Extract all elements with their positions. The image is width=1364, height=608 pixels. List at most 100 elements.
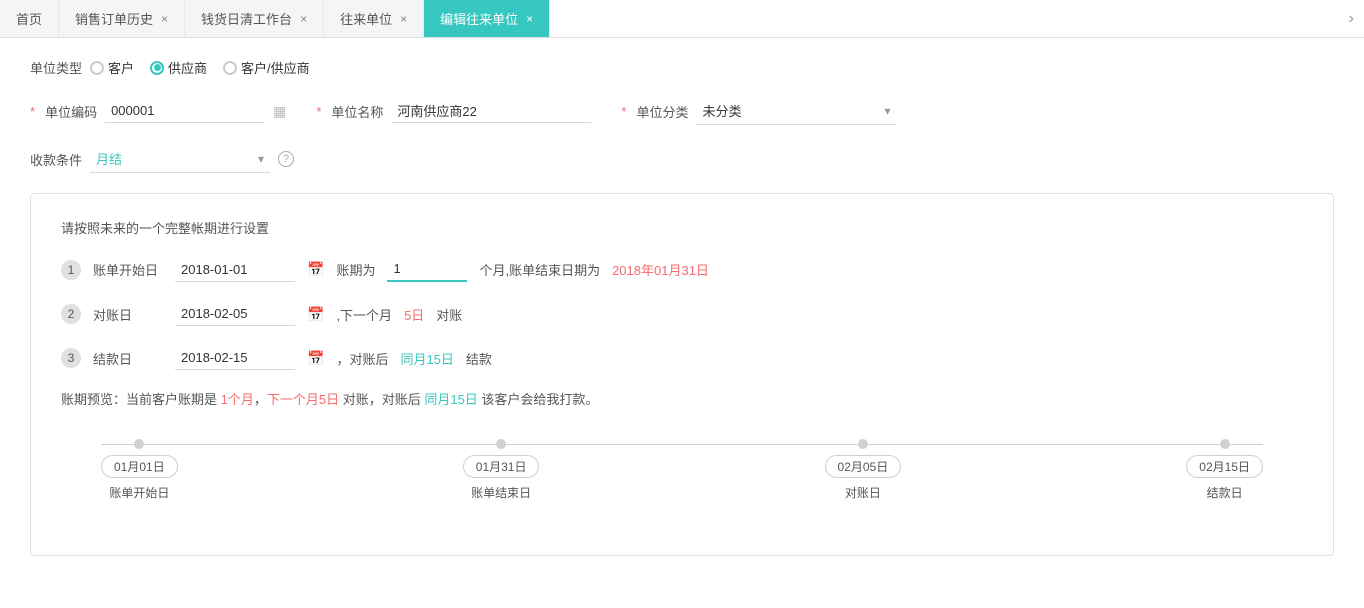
tab-sales-history-close[interactable]: × — [161, 13, 168, 25]
radio-both-label: 客户/供应商 — [241, 58, 310, 77]
tab-more-arrow[interactable]: › — [1339, 0, 1364, 37]
unit-category-label: 单位分类 — [636, 102, 688, 121]
unit-category-arrow: ▾ — [884, 104, 890, 118]
period-desc-1a: 账期为 — [336, 260, 375, 279]
preview-part1: 1个月 — [221, 392, 254, 407]
unit-code-input[interactable] — [105, 99, 265, 123]
timeline-container: 01月01日 账单开始日 01月31日 账单结束日 02月05日 对账日 02月… — [61, 431, 1303, 531]
timeline-badge-1: 01月01日 — [101, 455, 178, 478]
unit-code-required: * — [30, 104, 35, 119]
period-num-3: 3 — [61, 348, 81, 368]
period-desc-3a: ，对账后 — [336, 349, 388, 368]
period-reconcile-date-input[interactable] — [175, 302, 295, 326]
period-row-2: 2 对账日 📅 ,下一个月 5日 对账 — [61, 302, 1303, 326]
unit-category-required: * — [621, 104, 626, 119]
tab-edit-partner-close[interactable]: × — [526, 13, 533, 25]
tab-cash-workbench-close[interactable]: × — [300, 13, 307, 25]
radio-both-circle — [223, 61, 237, 75]
tab-home-label: 首页 — [16, 9, 42, 28]
radio-customer-label: 客户 — [108, 58, 134, 77]
period-desc-2c: 对账 — [436, 305, 462, 324]
unit-code-icon[interactable]: ▦ — [273, 103, 286, 120]
payment-terms-value: 月结 — [96, 149, 252, 168]
period-title: 请按照未来的一个完整帐期进行设置 — [61, 218, 1303, 237]
radio-supplier-circle — [150, 61, 164, 75]
preview-part3: 下一个月5日 — [267, 392, 339, 407]
preview-part6: 该客户会给我打款。 — [478, 392, 599, 407]
period-field-label-1: 账单开始日 — [93, 260, 163, 279]
unit-category-group: * 单位分类 未分类 ▾ — [621, 97, 896, 125]
preview-label: 账期预览：当前客户账期是 — [61, 392, 221, 407]
payment-terms-group: 收款条件 月结 ▾ ? — [30, 145, 294, 173]
unit-code-group: * 单位编码 ▦ — [30, 99, 286, 123]
tab-cash-workbench[interactable]: 钱货日清工作台 × — [185, 0, 324, 37]
timeline-point-3: 02月05日 对账日 — [825, 439, 902, 501]
tab-home[interactable]: 首页 — [0, 0, 59, 37]
timeline-dot-1 — [134, 439, 144, 449]
help-icon[interactable]: ? — [278, 151, 294, 167]
payment-terms-select[interactable]: 月结 ▾ — [90, 145, 270, 173]
period-field-label-2: 对账日 — [93, 305, 163, 324]
tab-partner-units-close[interactable]: × — [400, 13, 407, 25]
period-field-label-3: 结款日 — [93, 349, 163, 368]
unit-info-row: * 单位编码 ▦ * 单位名称 * 单位分类 未分类 ▾ — [30, 97, 1334, 125]
unit-code-label: 单位编码 — [45, 102, 97, 121]
unit-category-select[interactable]: 未分类 ▾ — [696, 97, 896, 125]
period-desc-3c: 结款 — [466, 349, 492, 368]
preview-text: 账期预览：当前客户账期是 1个月，下一个月5日 对账，对账后 同月15日 该客户… — [61, 390, 1303, 411]
period-cal-icon-2[interactable]: 📅 — [307, 306, 324, 323]
payment-terms-row: 收款条件 月结 ▾ ? — [30, 145, 1334, 173]
timeline-point-1: 01月01日 账单开始日 — [101, 439, 178, 501]
unit-name-required: * — [316, 104, 321, 119]
tab-edit-partner[interactable]: 编辑往来单位 × — [424, 0, 550, 37]
timeline-label-2: 账单结束日 — [471, 484, 531, 501]
unit-name-input[interactable] — [391, 99, 591, 123]
tab-partner-units-label: 往来单位 — [340, 9, 392, 28]
period-num-2: 2 — [61, 304, 81, 324]
period-desc-3b: 同月15日 — [400, 349, 453, 368]
period-row-1: 1 账单开始日 📅 账期为 个月,账单结束日期为 2018年01月31日 — [61, 257, 1303, 282]
period-cal-icon-3[interactable]: 📅 — [307, 350, 324, 367]
period-desc-2b: 5日 — [404, 305, 424, 324]
tab-edit-partner-label: 编辑往来单位 — [440, 9, 518, 28]
timeline-points: 01月01日 账单开始日 01月31日 账单结束日 02月05日 对账日 02月… — [101, 439, 1263, 501]
tab-sales-history[interactable]: 销售订单历史 × — [59, 0, 185, 37]
period-desc-1b: 个月,账单结束日期为 — [479, 260, 600, 279]
unit-type-radio-group: 客户 供应商 客户/供应商 — [90, 58, 310, 77]
unit-category-value: 未分类 — [702, 101, 878, 120]
timeline-point-4: 02月15日 结款日 — [1186, 439, 1263, 501]
period-num-1: 1 — [61, 260, 81, 280]
radio-customer[interactable]: 客户 — [90, 58, 134, 77]
preview-part2: ， — [254, 392, 267, 407]
timeline-dot-2 — [496, 439, 506, 449]
preview-part5: 同月15日 — [424, 392, 477, 407]
timeline-label-3: 对账日 — [845, 484, 881, 501]
timeline-dot-4 — [1220, 439, 1230, 449]
timeline-dot-3 — [858, 439, 868, 449]
timeline-badge-3: 02月05日 — [825, 455, 902, 478]
radio-supplier[interactable]: 供应商 — [150, 58, 207, 77]
unit-name-group: * 单位名称 — [316, 99, 591, 123]
tab-sales-history-label: 销售订单历史 — [75, 9, 153, 28]
period-payment-date-input[interactable] — [175, 346, 295, 370]
unit-name-label: 单位名称 — [331, 102, 383, 121]
period-start-date-input[interactable] — [175, 258, 295, 282]
period-desc-2a: ,下一个月 — [336, 305, 392, 324]
period-box: 请按照未来的一个完整帐期进行设置 1 账单开始日 📅 账期为 个月,账单结束日期… — [30, 193, 1334, 556]
period-month-input[interactable] — [387, 257, 467, 282]
unit-type-group: 单位类型 客户 供应商 客户/供应商 — [30, 58, 310, 77]
preview-part4: 对账，对账后 — [339, 392, 424, 407]
payment-terms-label: 收款条件 — [30, 150, 82, 169]
tab-partner-units[interactable]: 往来单位 × — [324, 0, 424, 37]
period-row-3: 3 结款日 📅 ，对账后 同月15日 结款 — [61, 346, 1303, 370]
tab-bar: 首页 销售订单历史 × 钱货日清工作台 × 往来单位 × 编辑往来单位 × › — [0, 0, 1364, 38]
period-cal-icon-1[interactable]: 📅 — [307, 261, 324, 278]
payment-terms-arrow: ▾ — [258, 152, 264, 166]
tab-cash-workbench-label: 钱货日清工作台 — [201, 9, 292, 28]
unit-type-label: 单位类型 — [30, 58, 82, 77]
timeline-label-4: 结款日 — [1207, 484, 1243, 501]
timeline-badge-4: 02月15日 — [1186, 455, 1263, 478]
unit-type-row: 单位类型 客户 供应商 客户/供应商 — [30, 58, 1334, 77]
radio-both[interactable]: 客户/供应商 — [223, 58, 310, 77]
radio-customer-circle — [90, 61, 104, 75]
